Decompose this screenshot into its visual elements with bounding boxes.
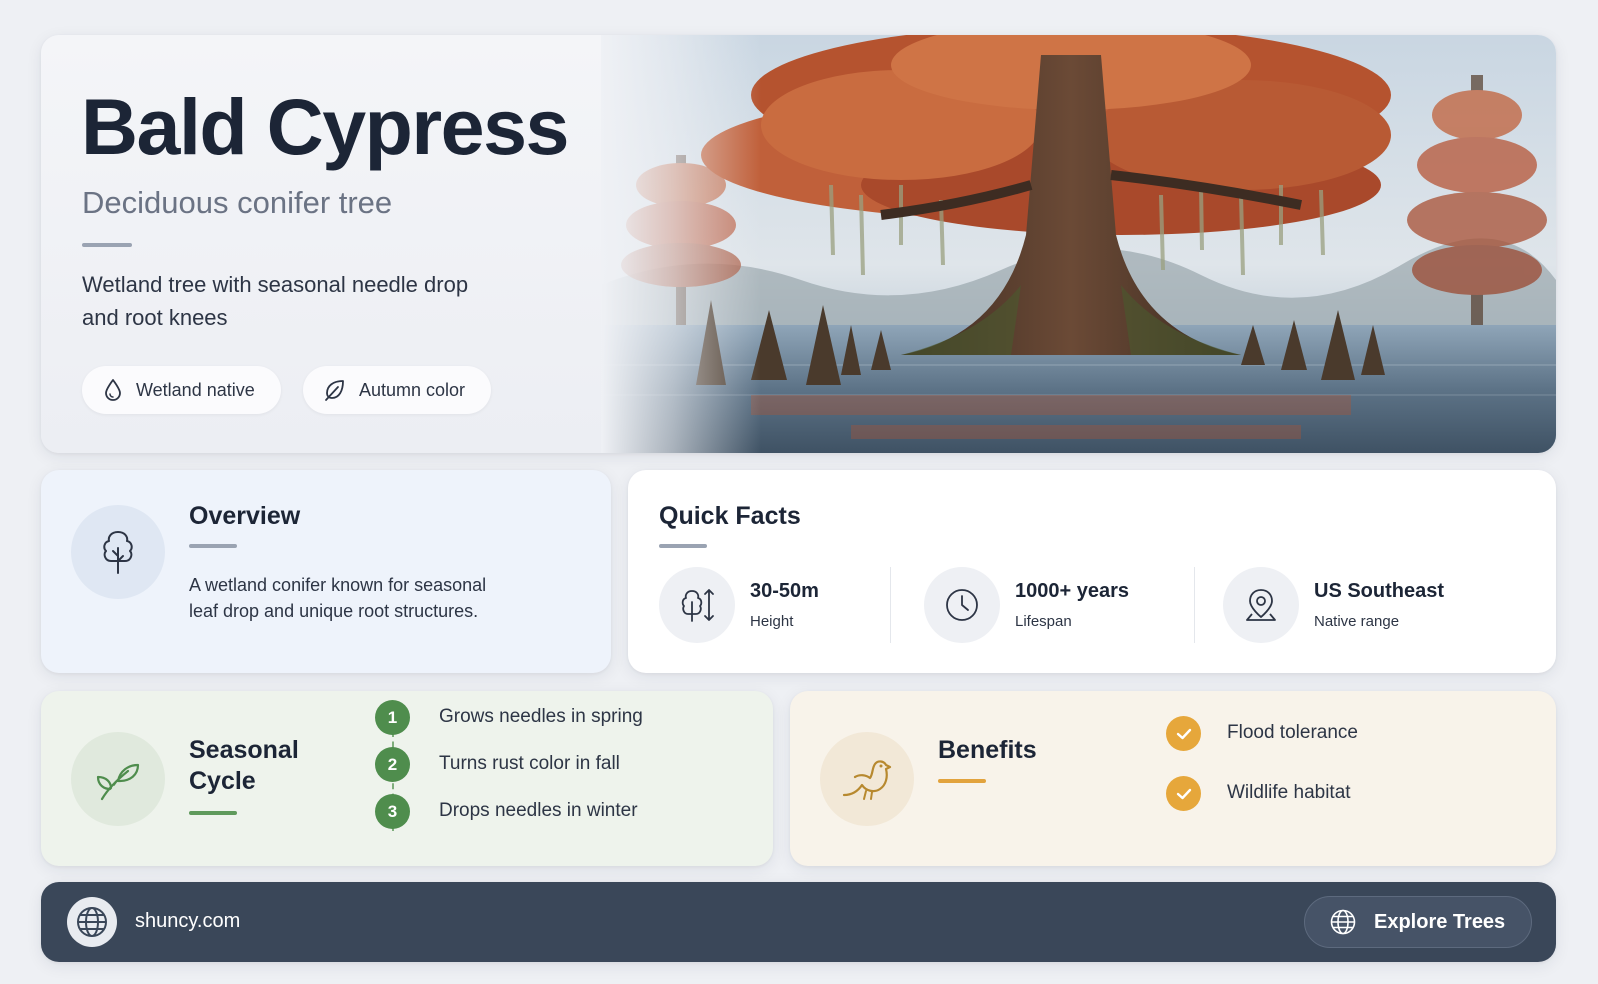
overview-icon-wrap <box>71 505 165 599</box>
explore-trees-button[interactable]: Explore Trees <box>1304 896 1532 948</box>
sprout-icon <box>96 763 140 801</box>
title-divider <box>82 243 132 247</box>
tag-label: Wetland native <box>136 379 255 400</box>
benefits-divider <box>938 779 986 783</box>
hero-card: Bald Cypress Deciduous conifer tree Wetl… <box>41 35 1556 453</box>
fact-height: 30-50m Height <box>659 567 899 643</box>
hero-description: Wetland tree with seasonal needle drop a… <box>82 272 469 330</box>
benefits-icon-wrap <box>820 732 914 826</box>
seasonal-cycle-title: Seasonal Cycle <box>189 736 299 795</box>
fact-icon-wrap <box>1223 567 1299 643</box>
quick-facts-divider <box>659 544 707 548</box>
seasonal-icon-wrap <box>71 732 165 826</box>
height-icon <box>681 589 714 622</box>
bird-icon <box>842 760 892 800</box>
fact-lifespan: 1000+ years Lifespan <box>924 567 1194 643</box>
fact-icon-wrap <box>659 567 735 643</box>
seasonal-divider <box>189 811 237 815</box>
leaf-icon <box>325 380 344 401</box>
fact-value: US Southeast <box>1314 580 1445 602</box>
explore-button-label: Explore Trees <box>1374 910 1506 933</box>
fact-icon-wrap <box>924 567 1000 643</box>
footer-bar: shuncy.com Explore Trees <box>41 882 1556 962</box>
page-subtitle: Deciduous conifer tree <box>82 185 393 220</box>
tag-label: Autumn color <box>359 379 466 400</box>
benefits-card: Benefits Flood tolerance Wildlife habita… <box>790 691 1556 866</box>
location-pin-icon <box>1246 589 1276 621</box>
step-text: Turns rust color in fall <box>439 753 620 774</box>
fact-separator <box>890 567 891 643</box>
overview-title: Overview <box>189 502 301 530</box>
fact-native-range: US Southeast Native range <box>1223 567 1523 643</box>
step-number: 1 <box>375 700 410 735</box>
tag-autumn-color[interactable]: Autumn color <box>303 366 491 414</box>
fact-value: 1000+ years <box>1015 580 1130 602</box>
benefits-title: Benefits <box>938 736 1037 764</box>
benefit-text: Flood tolerance <box>1227 722 1358 743</box>
page-title: Bald Cypress <box>81 82 569 171</box>
fact-label: Height <box>750 613 794 630</box>
step-text: Grows needles in spring <box>439 706 643 727</box>
overview-divider <box>189 544 237 548</box>
tag-wetland-native[interactable]: Wetland native <box>82 366 281 414</box>
step-number: 3 <box>375 794 410 829</box>
clock-icon <box>946 589 978 621</box>
globe-icon <box>67 897 117 947</box>
step-number: 2 <box>375 747 410 782</box>
hero-image-fade <box>601 35 761 453</box>
fact-value: 30-50m <box>750 580 819 602</box>
benefit-text: Wildlife habitat <box>1227 782 1351 803</box>
seasonal-cycle-card: Seasonal Cycle 1 Grows needles in spring… <box>41 691 773 866</box>
check-icon <box>1166 776 1201 811</box>
tree-icon <box>103 531 133 574</box>
fact-label: Native range <box>1314 613 1400 630</box>
overview-card: Overview A wetland conifer known for sea… <box>41 470 611 673</box>
globe-icon <box>1330 909 1356 935</box>
overview-text: A wetland conifer known for seasonal lea… <box>189 575 487 621</box>
quick-facts-title: Quick Facts <box>659 502 801 530</box>
fact-label: Lifespan <box>1015 613 1072 630</box>
fact-separator <box>1194 567 1195 643</box>
step-text: Drops needles in winter <box>439 800 638 821</box>
check-icon <box>1166 716 1201 751</box>
quick-facts-card: Quick Facts 30-50m Height 1000+ years Li… <box>628 470 1556 673</box>
footer-site-link[interactable]: shuncy.com <box>135 910 240 933</box>
water-drop-icon <box>105 379 121 401</box>
